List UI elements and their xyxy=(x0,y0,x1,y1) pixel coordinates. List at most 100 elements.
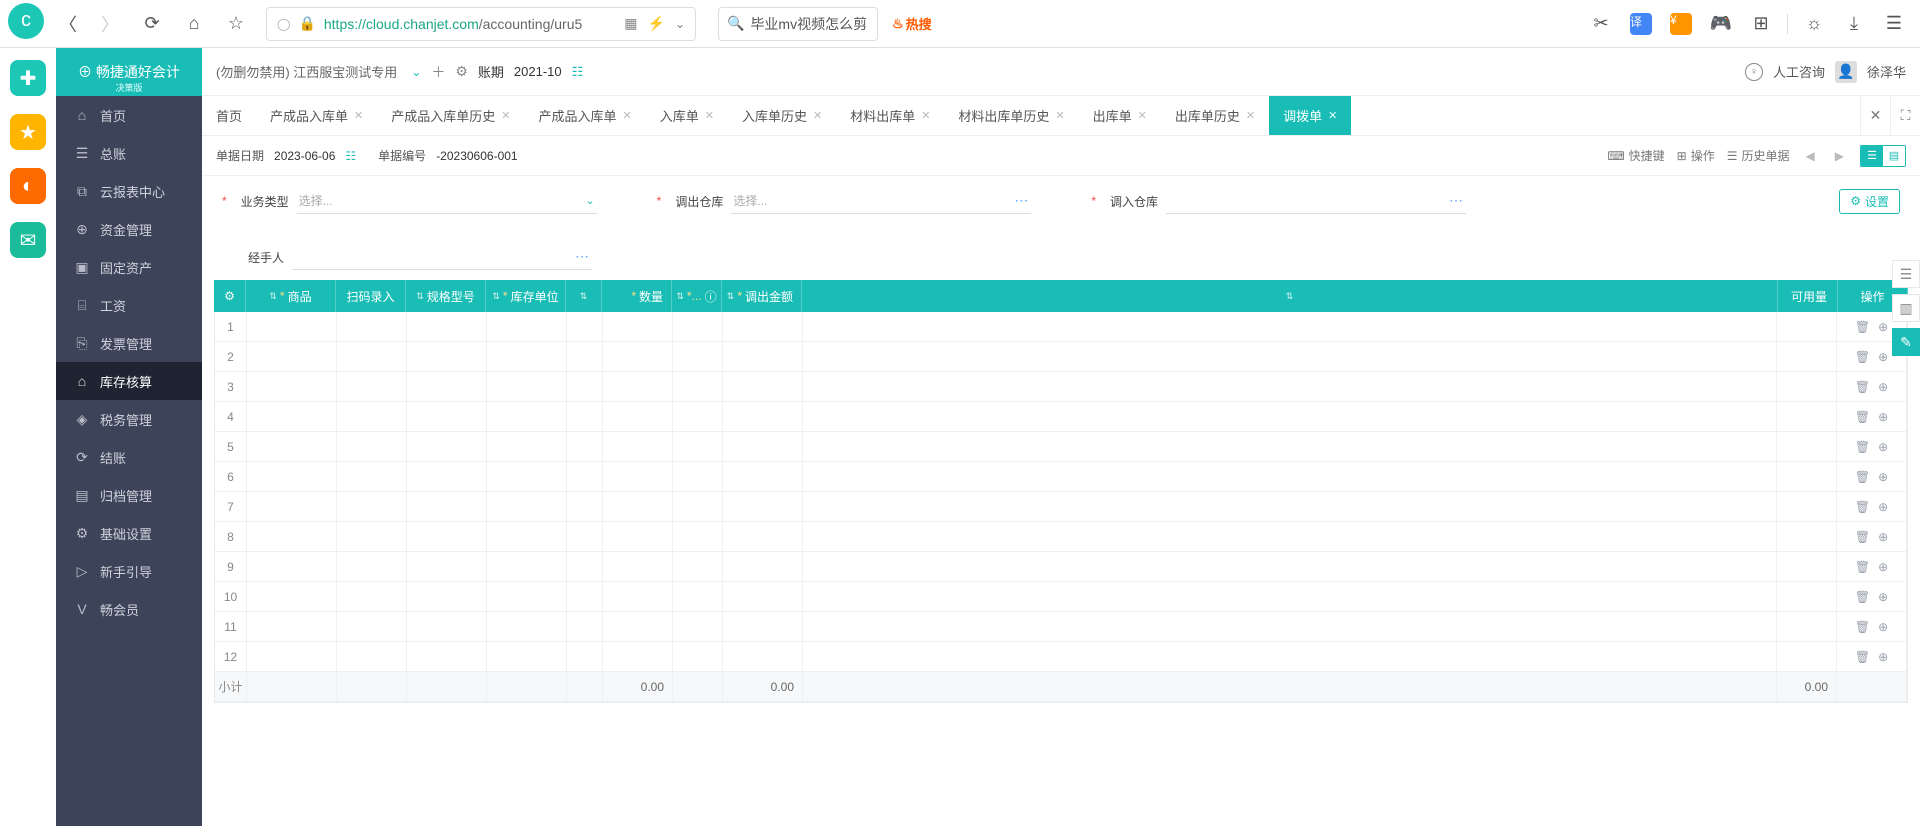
tab-2[interactable]: 产成品入库单历史✕ xyxy=(377,96,524,135)
hot-search-badge[interactable]: ♨ 热搜 xyxy=(892,14,932,33)
rightstrip-note-icon[interactable]: ☰ xyxy=(1892,260,1920,288)
tab-4[interactable]: 入库单✕ xyxy=(646,96,728,135)
row-add-icon[interactable]: ⊕ xyxy=(1878,620,1888,634)
sidebar-item-0[interactable]: ⌂首页 xyxy=(56,96,202,134)
scissors-icon[interactable]: ✂ xyxy=(1583,6,1619,42)
launcher-mail-icon[interactable]: ✉ xyxy=(10,222,46,258)
row-delete-icon[interactable]: 🗑 xyxy=(1855,650,1870,664)
nav-back-icon[interactable]: 〈 xyxy=(50,6,86,42)
sidebar-item-7[interactable]: ⌂库存核算 xyxy=(56,362,202,400)
tab-close-icon[interactable]: ✕ xyxy=(501,109,510,122)
tab-close-icon[interactable]: ✕ xyxy=(1138,109,1147,122)
rightstrip-chart-icon[interactable]: ▥ xyxy=(1892,294,1920,322)
table-row[interactable]: 4 🗑 ⊕ xyxy=(215,402,1907,432)
col-scan[interactable]: 扫码录入 xyxy=(336,280,406,312)
search-box[interactable]: 🔍 毕业mv视频怎么剪 xyxy=(718,7,878,41)
tab-close-all-icon[interactable]: ✕ xyxy=(1860,96,1890,135)
ops-button[interactable]: ⊞操作 xyxy=(1677,147,1715,164)
reload-icon[interactable]: ⟳ xyxy=(134,6,170,42)
row-delete-icon[interactable]: 🗑 xyxy=(1855,590,1870,604)
sidebar-item-12[interactable]: ▷新手引导 xyxy=(56,552,202,590)
nav-forward-icon[interactable]: 〉 xyxy=(92,6,128,42)
tab-6[interactable]: 材料出库单✕ xyxy=(836,96,944,135)
tab-0[interactable]: 首页 xyxy=(202,96,256,135)
sidebar-item-10[interactable]: ▤归档管理 xyxy=(56,476,202,514)
row-add-icon[interactable]: ⊕ xyxy=(1878,650,1888,664)
tab-5[interactable]: 入库单历史✕ xyxy=(728,96,836,135)
out-warehouse-select[interactable]: 选择...⋯ xyxy=(731,188,1031,214)
row-delete-icon[interactable]: 🗑 xyxy=(1855,410,1870,424)
row-delete-icon[interactable]: 🗑 xyxy=(1855,470,1870,484)
tab-close-icon[interactable]: ✕ xyxy=(705,109,714,122)
table-row[interactable]: 8 🗑 ⊕ xyxy=(215,522,1907,552)
sidebar-item-13[interactable]: V畅会员 xyxy=(56,590,202,628)
col-extra[interactable]: ⇅*...ⓘ xyxy=(672,280,722,312)
launcher-weibo-icon[interactable]: ◐ xyxy=(10,168,46,204)
qr-icon[interactable]: ▦ xyxy=(624,15,637,32)
avatar-icon[interactable]: 👤 xyxy=(1835,61,1857,83)
table-row[interactable]: 6 🗑 ⊕ xyxy=(215,462,1907,492)
game-icon[interactable]: 🎮 xyxy=(1703,6,1739,42)
download-icon[interactable]: ⤓ xyxy=(1836,6,1872,42)
col-settings-icon[interactable]: ⚙ xyxy=(214,280,246,312)
tab-close-icon[interactable]: ✕ xyxy=(1328,109,1337,122)
headset-icon[interactable]: ♀ xyxy=(1745,63,1763,81)
launcher-star-icon[interactable]: ★ xyxy=(10,114,46,150)
row-delete-icon[interactable]: 🗑 xyxy=(1855,500,1870,514)
table-row[interactable]: 1 🗑 ⊕ xyxy=(215,312,1907,342)
col-blank2[interactable]: ⇅ xyxy=(802,280,1778,312)
col-unit[interactable]: ⇅*库存单位 xyxy=(486,280,566,312)
in-warehouse-select[interactable]: ⋯ xyxy=(1166,188,1466,214)
history-prev-icon[interactable]: ◀ xyxy=(1802,149,1819,163)
menu-icon[interactable]: ☰ xyxy=(1876,6,1912,42)
company-name[interactable]: (勿删勿禁用) 江西服宝测试专用 xyxy=(216,62,397,81)
row-add-icon[interactable]: ⊕ xyxy=(1878,380,1888,394)
view-list-icon[interactable]: ☰ xyxy=(1861,146,1883,166)
period-calendar-icon[interactable]: ☷ xyxy=(572,64,584,80)
row-add-icon[interactable]: ⊕ xyxy=(1878,590,1888,604)
row-delete-icon[interactable]: 🗑 xyxy=(1855,320,1870,334)
col-spec[interactable]: ⇅规格型号 xyxy=(406,280,486,312)
row-add-icon[interactable]: ⊕ xyxy=(1878,440,1888,454)
sidebar-item-11[interactable]: ⚙基础设置 xyxy=(56,514,202,552)
row-add-icon[interactable]: ⊕ xyxy=(1878,470,1888,484)
wallet-icon[interactable]: ¥ xyxy=(1663,6,1699,42)
row-add-icon[interactable]: ⊕ xyxy=(1878,530,1888,544)
col-blank1[interactable]: ⇅ xyxy=(566,280,602,312)
tab-3[interactable]: 产成品入库单✕ xyxy=(524,96,645,135)
view-grid-icon[interactable]: ▤ xyxy=(1883,146,1905,166)
url-bar[interactable]: ◯ 🔒 https://cloud.chanjet.com/accounting… xyxy=(266,7,696,41)
help-icon[interactable]: ⓘ xyxy=(705,288,717,305)
add-org-icon[interactable]: ＋ xyxy=(431,62,445,82)
doc-date-calendar-icon[interactable]: ☷ xyxy=(345,149,356,163)
theme-icon[interactable]: ☼ xyxy=(1796,6,1832,42)
org-settings-icon[interactable]: ⚙ xyxy=(455,63,468,80)
row-add-icon[interactable]: ⊕ xyxy=(1878,500,1888,514)
tab-close-icon[interactable]: ✕ xyxy=(1246,109,1255,122)
row-add-icon[interactable]: ⊕ xyxy=(1878,410,1888,424)
table-row[interactable]: 5 🗑 ⊕ xyxy=(215,432,1907,462)
sidebar-item-1[interactable]: ☰总账 xyxy=(56,134,202,172)
sidebar-item-2[interactable]: ⧉云报表中心 xyxy=(56,172,202,210)
table-row[interactable]: 10 🗑 ⊕ xyxy=(215,582,1907,612)
sidebar-item-5[interactable]: ⌸工资 xyxy=(56,286,202,324)
tab-close-icon[interactable]: ✕ xyxy=(813,109,822,122)
company-dropdown-icon[interactable]: ⌄ xyxy=(411,65,421,79)
tab-9[interactable]: 出库单历史✕ xyxy=(1161,96,1269,135)
col-qty[interactable]: *数量 xyxy=(602,280,672,312)
translate-icon[interactable]: 译 xyxy=(1623,6,1659,42)
launcher-app-icon[interactable]: ✚ xyxy=(10,60,46,96)
home-icon[interactable]: ⌂ xyxy=(176,6,212,42)
table-row[interactable]: 9 🗑 ⊕ xyxy=(215,552,1907,582)
tab-close-icon[interactable]: ✕ xyxy=(1055,109,1064,122)
settings-button[interactable]: ⚙设置 xyxy=(1839,189,1900,214)
row-delete-icon[interactable]: 🗑 xyxy=(1855,380,1870,394)
biz-type-select[interactable]: 选择...⌄ xyxy=(297,188,597,214)
doc-no-value[interactable]: -20230606-001 xyxy=(436,149,517,163)
tab-10[interactable]: 调拨单✕ xyxy=(1269,96,1351,135)
period-value[interactable]: 2021-10 xyxy=(514,64,562,79)
row-delete-icon[interactable]: 🗑 xyxy=(1855,530,1870,544)
col-product[interactable]: ⇅*商品 xyxy=(246,280,336,312)
shortcut-button[interactable]: ⌨快捷键 xyxy=(1607,147,1664,164)
history-next-icon[interactable]: ▶ xyxy=(1831,149,1848,163)
